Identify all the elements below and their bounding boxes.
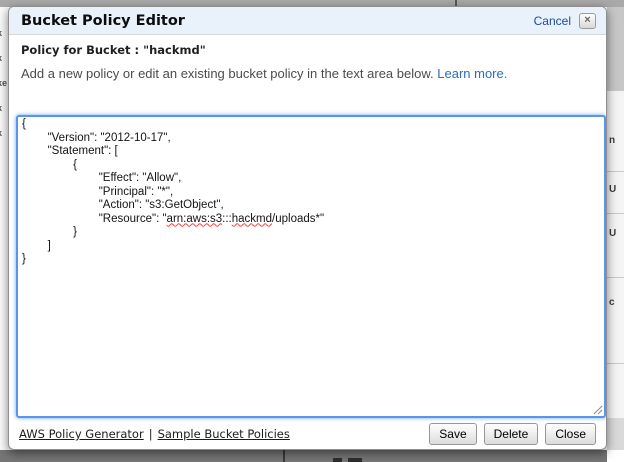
header-controls: Cancel × xyxy=(534,13,596,29)
background-text-fragment: U xyxy=(609,228,616,239)
dialog-footer: AWS Policy Generator | Sample Bucket Pol… xyxy=(9,423,606,445)
background-divider xyxy=(283,450,285,462)
close-icon[interactable]: × xyxy=(579,13,596,29)
background-bottom-strip xyxy=(0,450,607,462)
background-text-fragment: c xyxy=(609,297,615,308)
background-text-fragment: U xyxy=(609,184,616,195)
footer-buttons: Save Delete Close xyxy=(429,423,596,445)
delete-button[interactable]: Delete xyxy=(484,423,539,445)
save-button[interactable]: Save xyxy=(429,423,476,445)
background-row-divider xyxy=(607,277,624,278)
background-text-fragment xyxy=(348,458,362,462)
close-button[interactable]: Close xyxy=(545,423,596,445)
background-text-fragment: n xyxy=(609,135,615,146)
background-row-divider xyxy=(607,90,624,91)
background-row-divider xyxy=(607,363,624,364)
sample-bucket-policies-link[interactable]: Sample Bucket Policies xyxy=(158,427,290,441)
background-text-fragment: k xyxy=(0,128,8,138)
background-text-fragment xyxy=(333,458,342,462)
policy-textarea[interactable]: { "Version": "2012-10-17", "Statement": … xyxy=(16,115,606,418)
background-row-divider xyxy=(607,213,624,214)
aws-policy-generator-link[interactable]: AWS Policy Generator xyxy=(19,427,144,441)
left-edge-fragments: k k ke k k xyxy=(0,7,8,450)
background-text-fragment: k xyxy=(0,28,8,38)
background-block xyxy=(607,418,624,450)
learn-more-link[interactable]: Learn more. xyxy=(437,66,507,81)
bucket-policy-editor-dialog: Bucket Policy Editor Cancel × Policy for… xyxy=(8,6,607,450)
policy-text: { "Version": "2012-10-17", "Statement": … xyxy=(18,117,604,268)
dialog-title: Bucket Policy Editor xyxy=(21,13,185,29)
right-edge-fragments: n U Uc xyxy=(607,7,624,450)
description-text: Add a new policy or edit an existing buc… xyxy=(21,66,434,81)
background-text-fragment: ke xyxy=(0,78,8,88)
cancel-link[interactable]: Cancel xyxy=(534,14,571,28)
background-block xyxy=(607,7,624,90)
dialog-description: Add a new policy or edit an existing buc… xyxy=(9,57,606,81)
dialog-header: Bucket Policy Editor Cancel × xyxy=(9,7,606,35)
policy-for-bucket-label: Policy for Bucket : "hackmd" xyxy=(9,35,606,57)
background-text-fragment: k xyxy=(0,53,8,63)
background-row-divider xyxy=(607,171,624,172)
background-text-fragment: k xyxy=(0,103,8,113)
footer-link-separator: | xyxy=(149,427,153,441)
resize-handle-icon[interactable] xyxy=(592,404,603,415)
